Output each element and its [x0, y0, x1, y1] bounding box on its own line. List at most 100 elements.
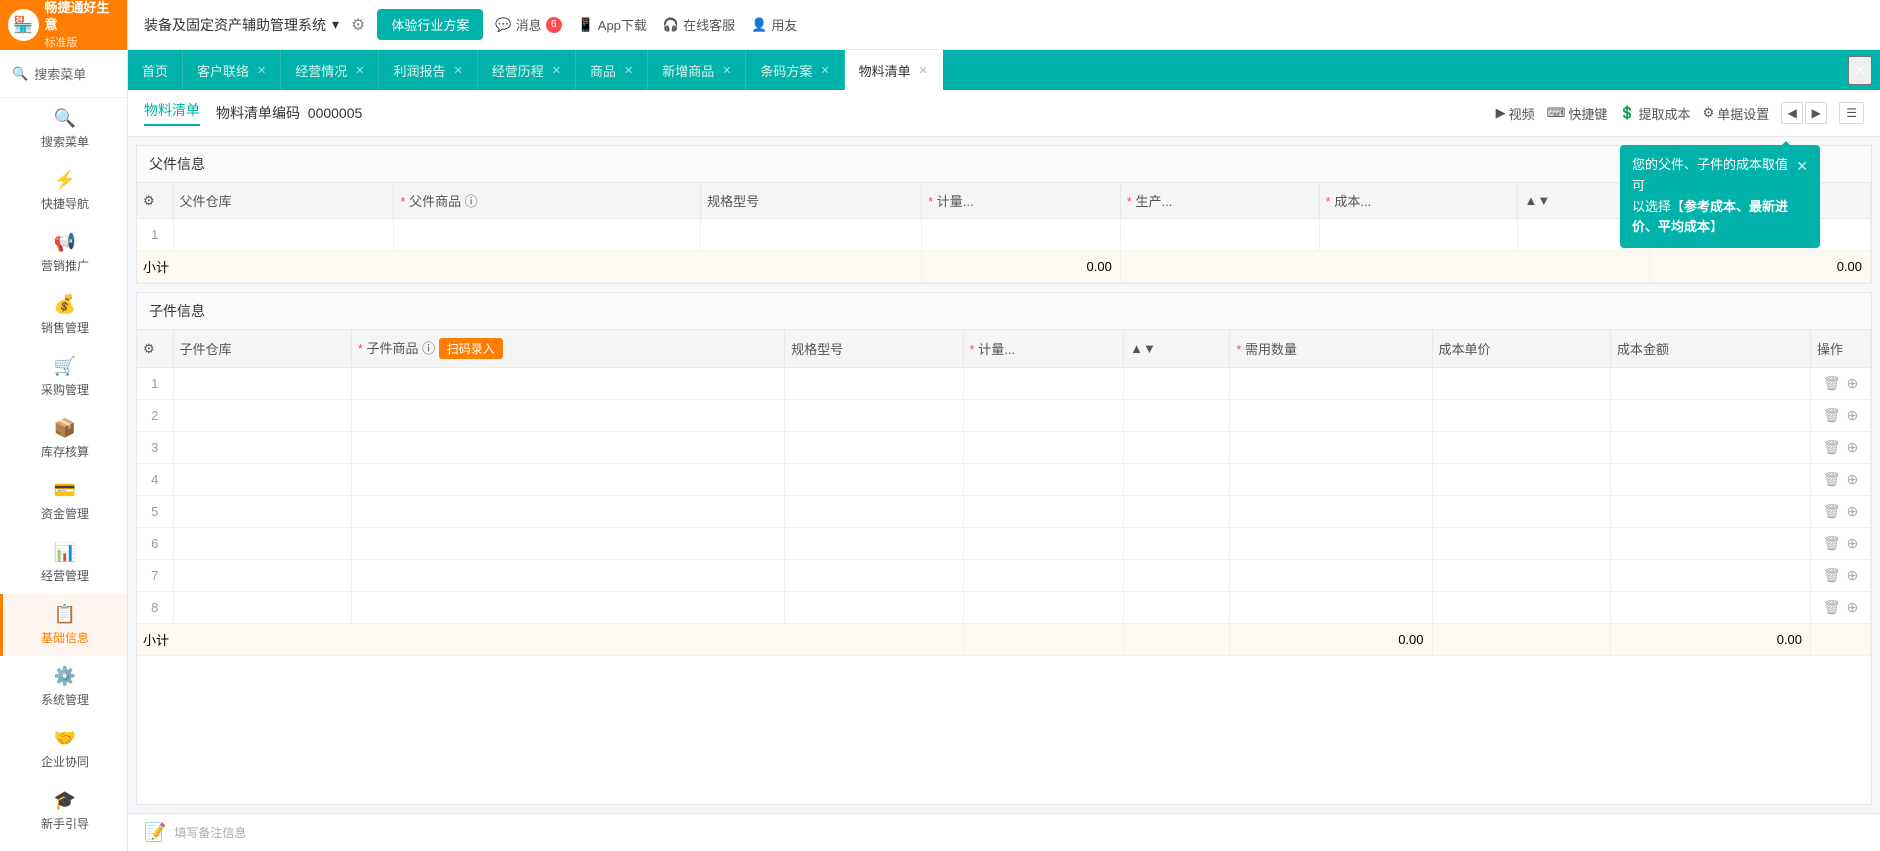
- parent-unit-cell[interactable]: [922, 219, 1121, 251]
- sidebar-item-system[interactable]: ⚙️系统管理: [0, 656, 127, 718]
- child-spec-cell[interactable]: [785, 592, 963, 624]
- child-cost-amount-cell[interactable]: [1611, 528, 1811, 560]
- tab-close-icon[interactable]: ✕: [820, 64, 829, 77]
- close-all-tabs-button[interactable]: ✕: [1848, 56, 1872, 85]
- child-spec-cell[interactable]: [785, 464, 963, 496]
- child-unit-cell[interactable]: [963, 528, 1124, 560]
- nav-tab-new_goods[interactable]: 新增商品✕: [648, 50, 746, 90]
- nav-tab-customer[interactable]: 客户联络✕: [183, 50, 281, 90]
- scan-input-button[interactable]: 扫码录入: [439, 338, 503, 359]
- child-spec-cell[interactable]: [785, 528, 963, 560]
- search-menu-button[interactable]: 🔍 搜索菜单: [8, 58, 119, 89]
- child-goods-cell[interactable]: [351, 368, 784, 400]
- message-action[interactable]: 💬 消息 6: [495, 15, 561, 34]
- copy-row-icon[interactable]: ⊕: [1847, 567, 1859, 584]
- tab-close-icon[interactable]: ✕: [454, 64, 463, 77]
- child-warehouse-cell[interactable]: [173, 528, 351, 560]
- copy-row-icon[interactable]: ⊕: [1847, 439, 1859, 456]
- child-cost-amount-cell[interactable]: [1611, 496, 1811, 528]
- child-spec-cell[interactable]: [785, 432, 963, 464]
- prev-record-button[interactable]: ◀: [1781, 102, 1803, 124]
- online-service-action[interactable]: 🎧 在线客服: [663, 15, 735, 34]
- tooltip-close-button[interactable]: ✕: [1796, 155, 1808, 177]
- child-required-qty-cell[interactable]: [1230, 528, 1432, 560]
- delete-row-icon[interactable]: 🗑: [1823, 375, 1841, 392]
- child-unit-cell[interactable]: [963, 400, 1124, 432]
- user-action[interactable]: 👤 用友: [751, 15, 797, 34]
- extract-cost-action[interactable]: 💲 提取成本: [1619, 104, 1690, 123]
- view-action[interactable]: ▶ 视频: [1496, 104, 1535, 123]
- child-cost-amount-cell[interactable]: [1611, 560, 1811, 592]
- parent-goods-cell[interactable]: [394, 219, 701, 251]
- child-warehouse-cell[interactable]: [173, 464, 351, 496]
- tab-close-icon[interactable]: ✕: [624, 64, 633, 77]
- nav-tab-history[interactable]: 经营历程✕: [478, 50, 576, 90]
- child-required-qty-cell[interactable]: [1230, 592, 1432, 624]
- delete-row-icon[interactable]: 🗑: [1823, 567, 1841, 584]
- nav-tab-profit[interactable]: 利润报告✕: [379, 50, 477, 90]
- child-spec-cell[interactable]: [785, 400, 963, 432]
- child-goods-cell[interactable]: [351, 592, 784, 624]
- child-unit-cost-cell[interactable]: [1432, 560, 1610, 592]
- child-unit-cost-cell[interactable]: [1432, 528, 1610, 560]
- parent-col-settings[interactable]: ⚙: [137, 183, 173, 219]
- system-selector[interactable]: 装备及固定资产辅助管理系统 ▾: [144, 15, 339, 35]
- child-required-qty-cell[interactable]: [1230, 368, 1432, 400]
- child-cost-amount-cell[interactable]: [1611, 464, 1811, 496]
- parent-cost-cell[interactable]: [1319, 219, 1518, 251]
- delete-row-icon[interactable]: 🗑: [1823, 471, 1841, 488]
- copy-row-icon[interactable]: ⊕: [1847, 599, 1859, 616]
- child-unit-cell[interactable]: [963, 560, 1124, 592]
- copy-row-icon[interactable]: ⊕: [1847, 535, 1859, 552]
- delete-row-icon[interactable]: 🗑: [1823, 535, 1841, 552]
- child-warehouse-cell[interactable]: [173, 400, 351, 432]
- child-unit-cost-cell[interactable]: [1432, 368, 1610, 400]
- sidebar-item-collab[interactable]: 🤝企业协同: [0, 718, 127, 780]
- child-warehouse-cell[interactable]: [173, 560, 351, 592]
- child-unit-cell[interactable]: [963, 592, 1124, 624]
- sub-tab-bom-list[interactable]: 物料清单: [144, 100, 200, 126]
- tab-close-icon[interactable]: ✕: [722, 64, 731, 77]
- copy-row-icon[interactable]: ⊕: [1847, 375, 1859, 392]
- sidebar-item-search[interactable]: 🔍搜索菜单: [0, 98, 127, 160]
- tab-close-icon[interactable]: ✕: [552, 64, 561, 77]
- nav-tab-barcode[interactable]: 条码方案✕: [746, 50, 844, 90]
- child-required-qty-cell[interactable]: [1230, 464, 1432, 496]
- next-record-button[interactable]: ▶: [1805, 102, 1827, 124]
- child-required-qty-cell[interactable]: [1230, 432, 1432, 464]
- child-spec-cell[interactable]: [785, 496, 963, 528]
- sidebar-item-operation[interactable]: 📊经营管理: [0, 532, 127, 594]
- sidebar-item-purchase[interactable]: 🛒采购管理: [0, 346, 127, 408]
- app-download-action[interactable]: 📱 App下载: [578, 15, 647, 34]
- tab-close-icon[interactable]: ✕: [355, 64, 364, 77]
- parent-warehouse-cell[interactable]: [173, 219, 394, 251]
- copy-row-icon[interactable]: ⊕: [1847, 503, 1859, 520]
- child-spec-cell[interactable]: [785, 368, 963, 400]
- parent-spec-cell[interactable]: [701, 219, 922, 251]
- shortcut-action[interactable]: ⌨ 快捷键: [1547, 104, 1608, 123]
- child-unit-cell[interactable]: [963, 496, 1124, 528]
- tab-close-icon[interactable]: ✕: [257, 64, 266, 77]
- child-unit-cell[interactable]: [963, 432, 1124, 464]
- sidebar-item-basic[interactable]: 📋基础信息: [0, 594, 127, 656]
- settings-gear-icon[interactable]: ⚙: [351, 15, 365, 35]
- child-goods-cell[interactable]: [351, 432, 784, 464]
- nav-tab-goods[interactable]: 商品✕: [576, 50, 648, 90]
- nav-tab-bom[interactable]: 物料清单✕: [845, 50, 943, 90]
- child-cost-amount-cell[interactable]: [1611, 592, 1811, 624]
- child-unit-cost-cell[interactable]: [1432, 464, 1610, 496]
- child-unit-cost-cell[interactable]: [1432, 592, 1610, 624]
- child-goods-cell[interactable]: [351, 528, 784, 560]
- child-unit-cell[interactable]: [963, 368, 1124, 400]
- copy-row-icon[interactable]: ⊕: [1847, 407, 1859, 424]
- child-spec-cell[interactable]: [785, 560, 963, 592]
- child-cost-amount-cell[interactable]: [1611, 432, 1811, 464]
- child-warehouse-cell[interactable]: [173, 496, 351, 528]
- delete-row-icon[interactable]: 🗑: [1823, 599, 1841, 616]
- delete-row-icon[interactable]: 🗑: [1823, 439, 1841, 456]
- child-goods-cell[interactable]: [351, 464, 784, 496]
- nav-tab-operation[interactable]: 经营情况✕: [281, 50, 379, 90]
- child-required-qty-cell[interactable]: [1230, 400, 1432, 432]
- list-view-button[interactable]: ☰: [1839, 102, 1864, 124]
- delete-row-icon[interactable]: 🗑: [1823, 503, 1841, 520]
